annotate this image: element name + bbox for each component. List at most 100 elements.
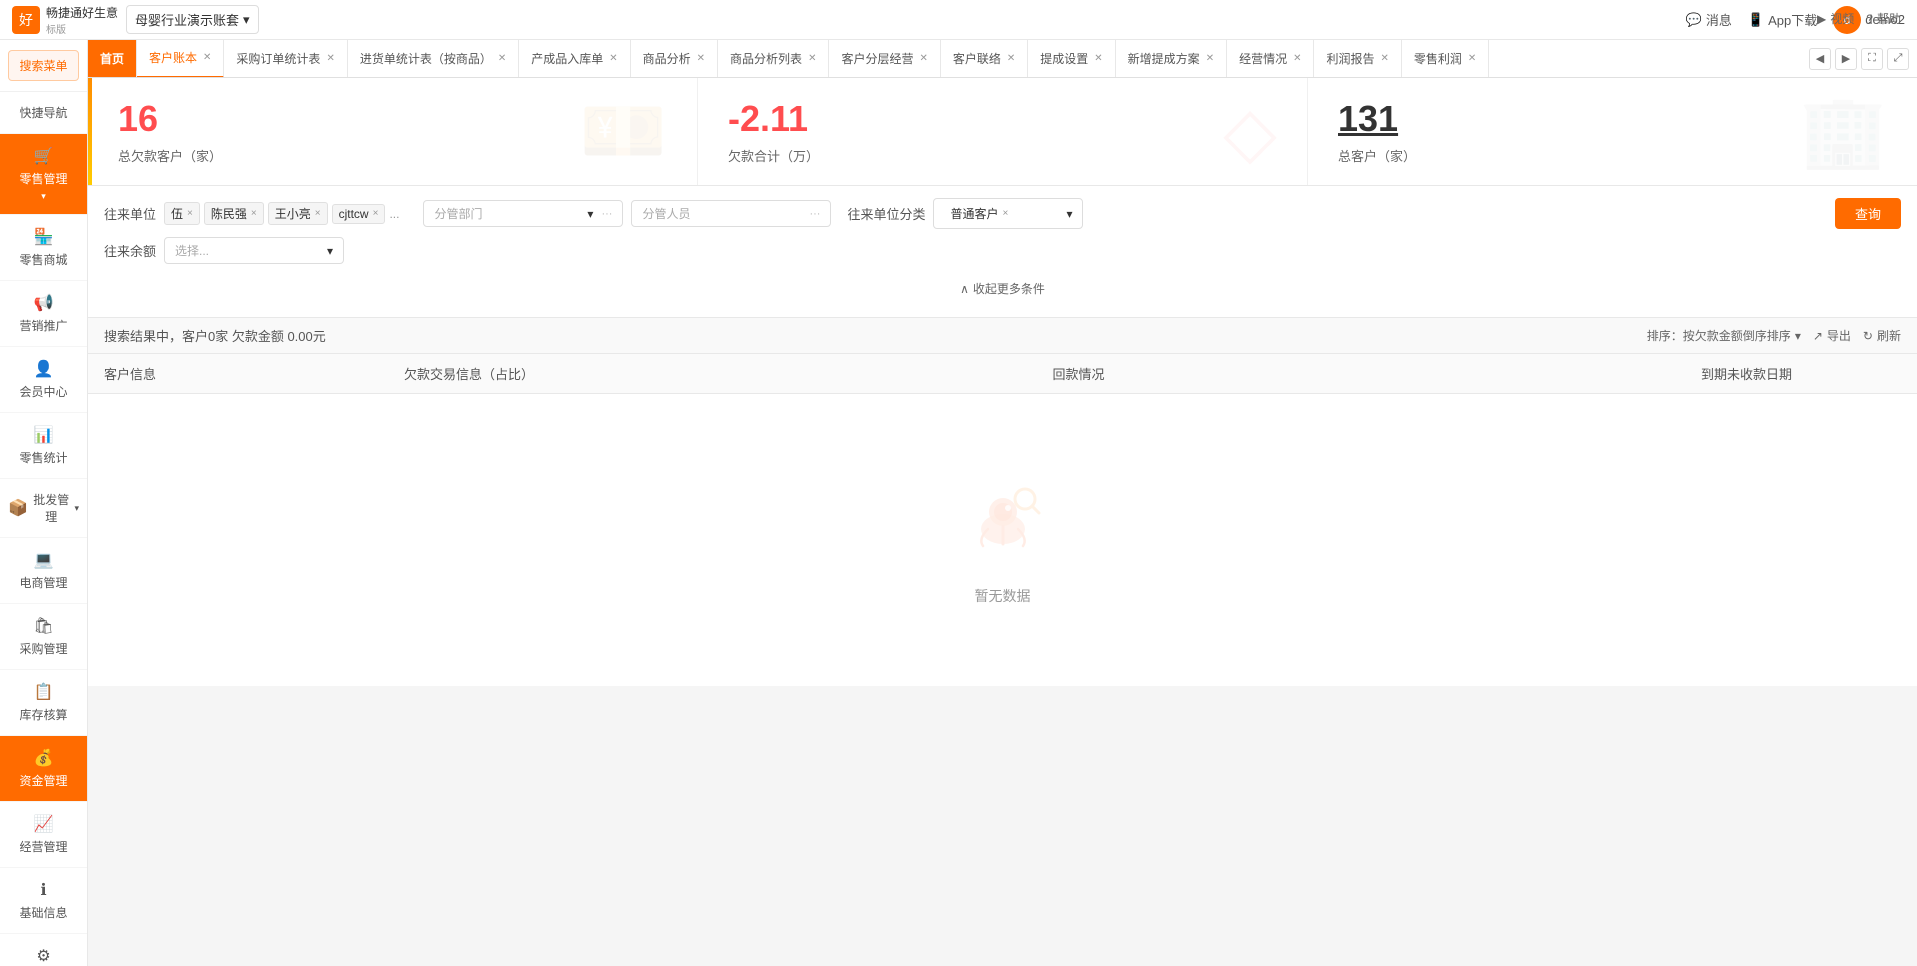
tab-purchase-order-stats[interactable]: 采购订单统计表 ✕: [224, 40, 347, 78]
tab-operations-situation[interactable]: 经营情况 ✕: [1227, 40, 1314, 78]
filter-tag-cjttcw: cjttcw ×: [332, 204, 386, 224]
page-content: 💴 16 总欠款客户（家） ◇ -2.11 欠款合计（万） 🏢 131 总客户（…: [88, 78, 1917, 966]
tab-expand-btn[interactable]: ⛶: [1861, 48, 1883, 70]
download-icon: 📱: [1748, 12, 1764, 28]
tab-new-promotion-plan[interactable]: 新增提成方案 ✕: [1116, 40, 1227, 78]
stat-total-debt-value: -2.11: [728, 98, 808, 140]
sidebar-item-ecommerce[interactable]: 💻 电商管理: [0, 538, 87, 604]
purchase-icon: 🛍: [33, 616, 53, 636]
tab-close-profit[interactable]: ✕: [1381, 53, 1389, 64]
tab-prev-btn[interactable]: ◀: [1809, 48, 1831, 70]
sidebar-item-system[interactable]: ⚙ 系统管理: [0, 934, 87, 966]
stat-total-debt-label: 欠款合计（万）: [728, 146, 819, 165]
person-filter-select[interactable]: 分管人员 ···: [631, 200, 831, 227]
sort-icon: ▾: [1795, 329, 1801, 343]
tab-promotion-settings[interactable]: 提成设置 ✕: [1028, 40, 1115, 78]
empty-state-text: 暂无数据: [975, 586, 1031, 606]
sidebar-item-retail-stats[interactable]: 📊 零售统计: [0, 413, 87, 479]
tab-bar-controls: ◀ ▶ ⛶ ⤢: [1809, 48, 1917, 70]
tab-product-analysis-list[interactable]: 商品分析列表 ✕: [718, 40, 829, 78]
tab-close-product-analysis-list[interactable]: ✕: [808, 53, 816, 64]
tab-fullscreen-btn[interactable]: ⤢: [1887, 48, 1909, 70]
stat-card1-bg-icon: 💴: [580, 91, 667, 173]
tab-close-product-analysis[interactable]: ✕: [697, 53, 705, 64]
filter-tag-wangxiaoliang: 王小亮 ×: [268, 202, 328, 225]
refresh-icon: ↻: [1863, 329, 1873, 343]
logo-text: 畅捷通好生意 标版: [46, 4, 118, 36]
tab-close-customer-account[interactable]: ✕: [203, 52, 211, 63]
dept-filter-select[interactable]: 分管部门 ▾ ···: [423, 200, 623, 227]
remove-tag-wu[interactable]: ×: [187, 208, 193, 219]
logo-icon: 好: [12, 6, 40, 34]
col-header-debt-info: 欠款交易信息（占比）: [404, 364, 1053, 383]
tab-next-btn[interactable]: ▶: [1835, 48, 1857, 70]
app-download-btn[interactable]: 📱 App下载: [1748, 10, 1817, 29]
unit-category-select[interactable]: 普通客户 × ▾: [933, 198, 1083, 229]
marketing-label: 营销推广: [19, 317, 67, 334]
tab-product-incoming[interactable]: 产成品入库单 ✕: [519, 40, 630, 78]
stat-card-total-customers: 🏢 131 总客户（家）: [1308, 78, 1917, 185]
sidebar-item-finance[interactable]: 💰 资金管理: [0, 736, 87, 802]
sidebar-item-quick-nav[interactable]: 快捷导航: [0, 92, 87, 134]
sidebar-item-member[interactable]: 👤 会员中心: [0, 347, 87, 413]
top-bar: 好 畅捷通好生意 标版 母婴行业演示账套 ▾ 💬 消息 📱 App下载 d de…: [0, 0, 1917, 40]
tab-close-product-incoming[interactable]: ✕: [609, 53, 617, 64]
tab-close-customer-contact[interactable]: ✕: [1007, 53, 1015, 64]
query-button[interactable]: 查询: [1835, 198, 1901, 229]
sidebar-item-retail-mgmt[interactable]: 🛒 零售管理 ▾: [0, 134, 87, 215]
sidebar-search-area: 搜索菜单: [0, 40, 87, 92]
store-selector[interactable]: 母婴行业演示账套 ▾: [126, 5, 259, 34]
tab-close-retail-profit[interactable]: ✕: [1468, 53, 1476, 64]
tab-close-operations[interactable]: ✕: [1293, 53, 1301, 64]
sidebar-item-wholesale[interactable]: 📦 批发管理 ▾: [0, 479, 87, 538]
tab-close-incoming[interactable]: ✕: [498, 53, 506, 64]
sidebar-item-basic-info[interactable]: ℹ 基础信息: [0, 868, 87, 934]
search-menu-btn[interactable]: 搜索菜单: [8, 50, 79, 81]
unit-filter-label: 往来单位: [104, 204, 156, 223]
tab-customer-account[interactable]: 客户账本 ✕: [137, 40, 224, 78]
remove-tag-chen[interactable]: ×: [251, 208, 257, 219]
results-summary: 搜索结果中，客户0家 欠款金额 0.00元: [104, 326, 326, 345]
operations-icon: 📈: [34, 814, 54, 834]
message-btn[interactable]: 💬 消息: [1686, 10, 1732, 29]
tab-home[interactable]: 首页: [88, 40, 137, 78]
remainder-filter-label: 往来余额: [104, 241, 156, 260]
tab-profit-report[interactable]: 利润报告 ✕: [1314, 40, 1401, 78]
tab-close-customer-stratify[interactable]: ✕: [919, 53, 927, 64]
sidebar-item-inventory[interactable]: 📋 库存核算: [0, 670, 87, 736]
top-bar-left: 好 畅捷通好生意 标版 母婴行业演示账套 ▾: [12, 4, 259, 36]
stat-card2-bg-icon: ◇: [1223, 91, 1277, 173]
filter-more-tags[interactable]: ...: [389, 207, 399, 221]
wholesale-icon: 📦: [8, 498, 28, 518]
refresh-btn[interactable]: ↻ 刷新: [1863, 327, 1901, 344]
remove-category[interactable]: ×: [1002, 208, 1008, 219]
sidebar-item-operations[interactable]: 📈 经营管理: [0, 802, 87, 868]
sort-label: 排序：按欠款金额倒序排序: [1647, 327, 1791, 344]
tab-retail-profit[interactable]: 零售利润 ✕: [1402, 40, 1489, 78]
tab-close-purchase[interactable]: ✕: [326, 53, 334, 64]
tab-incoming-stats[interactable]: 进货单统计表（按商品） ✕: [348, 40, 519, 78]
sidebar-item-purchase[interactable]: 🛍 采购管理: [0, 604, 87, 670]
sidebar-item-marketing[interactable]: 📢 营销推广: [0, 281, 87, 347]
chevron-up-icon: ∧: [960, 282, 969, 296]
tab-product-analysis[interactable]: 商品分析 ✕: [631, 40, 718, 78]
collapse-area: ∧ 收起更多条件: [104, 272, 1901, 305]
tab-customer-contact[interactable]: 客户联络 ✕: [941, 40, 1028, 78]
tab-customer-stratify[interactable]: 客户分层经营 ✕: [829, 40, 940, 78]
remove-tag-wang[interactable]: ×: [315, 208, 321, 219]
ecommerce-icon: 💻: [34, 550, 54, 570]
stat-debt-customers-label: 总欠款客户（家）: [118, 146, 222, 165]
wholesale-label: 批发管理: [30, 491, 73, 525]
tab-close-new-promotion[interactable]: ✕: [1206, 53, 1214, 64]
collapse-btn[interactable]: ∧ 收起更多条件: [104, 276, 1901, 301]
logo-area: 好 畅捷通好生意 标版: [12, 4, 118, 36]
tab-close-promotion-settings[interactable]: ✕: [1094, 53, 1102, 64]
empty-state-illustration: [953, 474, 1053, 570]
sort-select[interactable]: 排序：按欠款金额倒序排序 ▾: [1647, 327, 1801, 344]
stat-card-total-debt: ◇ -2.11 欠款合计（万）: [698, 78, 1308, 185]
sidebar-item-retail-shop[interactable]: 🏪 零售商城: [0, 215, 87, 281]
sidebar: 搜索菜单 快捷导航 🛒 零售管理 ▾ 🏪 零售商城 📢 营销推广 👤 会员中心 …: [0, 40, 88, 966]
remove-tag-cjttcw[interactable]: ×: [373, 208, 379, 219]
export-btn[interactable]: ↗ 导出: [1813, 327, 1851, 344]
remainder-filter-select[interactable]: 选择... ▾: [164, 237, 344, 264]
